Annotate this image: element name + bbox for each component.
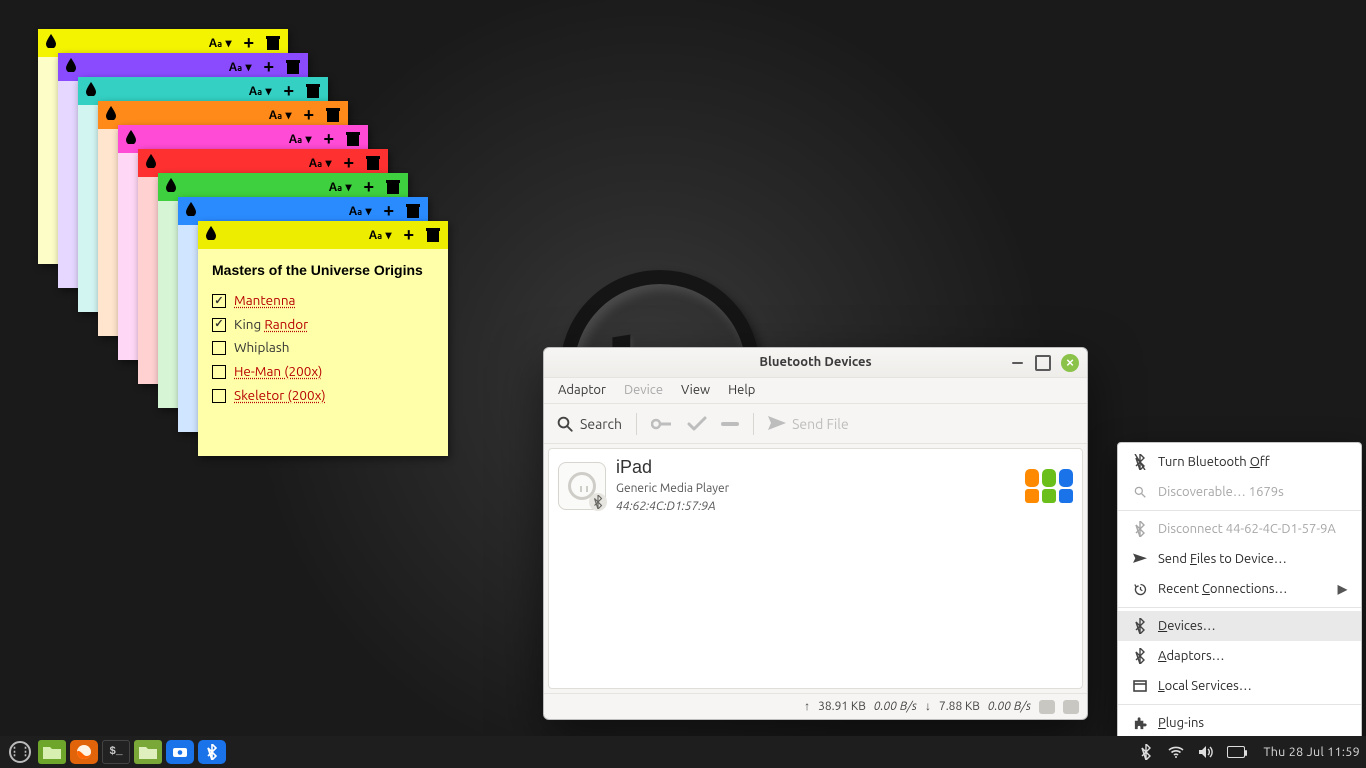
sticky-note-titlebar[interactable]: Aa ▾ +	[198, 221, 448, 249]
sticky-note-front[interactable]: Aa ▾ + Masters of the Universe Origins ✓…	[198, 221, 448, 456]
menu-turn-bt-off[interactable]: Turn Bluetooth Off	[1118, 447, 1361, 477]
toolbar-separator	[636, 413, 637, 435]
sticky-item-text: King Randor	[234, 313, 308, 337]
checkbox-icon[interactable]: ✓	[212, 294, 226, 308]
device-text: iPad Generic Media Player 44:62:4C:D1:57…	[616, 458, 729, 514]
search-icon	[556, 415, 574, 433]
device-row[interactable]: iPad Generic Media Player 44:62:4C:D1:57…	[555, 455, 1076, 517]
tray-clock[interactable]: Thu 28 Jul 11:59	[1263, 746, 1360, 759]
window-menubar[interactable]: Adaptor Device View Help	[544, 378, 1087, 404]
sticky-note-body[interactable]: Masters of the Universe Origins ✓ Mantenn…	[198, 249, 448, 456]
taskbar-running-bluetooth[interactable]	[198, 739, 226, 765]
sticky-item-text: Skeletor (200x)	[234, 384, 326, 408]
sticky-item-text: Whiplash	[234, 336, 289, 360]
bluetooth-icon	[1132, 648, 1148, 664]
checkbox-icon[interactable]	[212, 365, 226, 379]
add-note-icon[interactable]: +	[403, 226, 414, 244]
send-file-button: Send File	[768, 416, 849, 432]
window-title: Bluetooth Devices	[759, 356, 871, 369]
pair-key-button	[651, 416, 673, 432]
menu-button[interactable]: ⋮⋮	[6, 739, 34, 765]
window-toolbar: Search Send File	[544, 404, 1087, 444]
arrow-up-icon: ↑	[804, 701, 810, 713]
check-icon	[687, 416, 707, 432]
search-icon	[1132, 484, 1148, 500]
status-chip	[1063, 700, 1079, 714]
sticky-item-text: He-Man (200x)	[234, 360, 322, 384]
window-maximize-button[interactable]	[1035, 355, 1051, 371]
window-icon	[1132, 678, 1148, 694]
sticky-item[interactable]: Whiplash	[212, 336, 434, 360]
window-statusbar: ↑ 38.91 KB 0.00 B/s ↓ 7.88 KB 0.00 B/s	[544, 693, 1087, 719]
taskbar-app-terminal[interactable]: $_	[102, 739, 130, 765]
submenu-arrow-icon: ▶	[1338, 583, 1347, 595]
menubar-item-view[interactable]: View	[681, 384, 710, 397]
menu-local-services[interactable]: Local Services…	[1118, 671, 1361, 701]
menu-plugins[interactable]: Plug-ins	[1118, 708, 1361, 738]
tray-network-icon[interactable]	[1167, 743, 1185, 761]
window-titlebar[interactable]: Bluetooth Devices ×	[544, 348, 1087, 378]
sticky-item-text: Mantenna	[234, 289, 295, 313]
sticky-item[interactable]: ✓ King Randor	[212, 313, 434, 337]
menu-adaptors[interactable]: Adaptors…	[1118, 641, 1361, 671]
device-type: Generic Media Player	[616, 482, 729, 495]
key-icon	[651, 416, 673, 432]
bluetooth-off-icon	[1132, 454, 1148, 470]
taskbar-running-screenshot[interactable]	[166, 739, 194, 765]
send-icon	[768, 416, 786, 432]
checkbox-icon[interactable]	[212, 389, 226, 403]
sticky-note-title: Masters of the Universe Origins	[212, 261, 434, 279]
taskbar-app-firefox[interactable]	[70, 739, 98, 765]
menu-disconnect: Disconnect 44-62-4C-D1-57-9A	[1118, 514, 1361, 544]
menubar-item-adaptor[interactable]: Adaptor	[558, 384, 606, 397]
toolbar-separator	[753, 413, 754, 435]
history-icon	[1132, 581, 1148, 597]
window-minimize-button[interactable]	[1009, 355, 1025, 371]
status-chip	[1039, 700, 1055, 714]
tray-battery-icon[interactable]	[1227, 743, 1245, 761]
menu-separator	[1118, 607, 1361, 608]
puzzle-icon	[1132, 715, 1148, 731]
bluetooth-disconnect-icon	[1132, 521, 1148, 537]
checkbox-icon[interactable]: ✓	[212, 318, 226, 332]
device-name: iPad	[616, 458, 729, 478]
tray-volume-icon[interactable]	[1197, 743, 1215, 761]
bluetooth-icon	[1132, 618, 1148, 634]
menu-separator	[1118, 704, 1361, 705]
window-close-button[interactable]: ×	[1061, 354, 1079, 372]
menu-send-files[interactable]: Send Files to Device…	[1118, 544, 1361, 574]
device-icon	[558, 462, 606, 510]
sticky-item[interactable]: ✓ Mantenna	[212, 289, 434, 313]
menubar-item-help[interactable]: Help	[728, 384, 755, 397]
tray-bluetooth-icon[interactable]	[1137, 743, 1155, 761]
menu-separator	[1118, 510, 1361, 511]
menubar-item-device: Device	[624, 384, 663, 397]
remove-button	[721, 421, 739, 427]
arrow-down-icon: ↓	[925, 701, 931, 713]
font-icon[interactable]: Aa ▾	[369, 229, 392, 241]
device-badges	[1025, 469, 1073, 503]
bluetooth-window[interactable]: Bluetooth Devices × Adaptor Device View Hel…	[543, 347, 1088, 720]
menu-discoverable: Discoverable… 1679s	[1118, 477, 1361, 507]
taskbar-running-files[interactable]	[134, 739, 162, 765]
taskbar-app-files[interactable]	[38, 739, 66, 765]
delete-note-icon[interactable]	[426, 228, 440, 242]
menu-recent-connections[interactable]: Recent Connections… ▶	[1118, 574, 1361, 604]
taskbar[interactable]: ⋮⋮ $_ Thu 28 Jul 11:59	[0, 736, 1366, 768]
color-drop-icon[interactable]	[206, 226, 216, 244]
minus-icon	[721, 421, 739, 427]
checkbox-icon[interactable]	[212, 341, 226, 355]
send-icon	[1132, 551, 1148, 567]
bluetooth-tray-menu[interactable]: Turn Bluetooth Off Discoverable… 1679s D…	[1117, 442, 1362, 768]
device-mac: 44:62:4C:D1:57:9A	[616, 500, 716, 513]
search-button[interactable]: Search	[556, 415, 622, 433]
menu-devices[interactable]: Devices…	[1118, 611, 1361, 641]
sticky-item[interactable]: Skeletor (200x)	[212, 384, 434, 408]
device-list[interactable]: iPad Generic Media Player 44:62:4C:D1:57…	[548, 448, 1083, 689]
sticky-item[interactable]: He-Man (200x)	[212, 360, 434, 384]
trust-button	[687, 416, 707, 432]
